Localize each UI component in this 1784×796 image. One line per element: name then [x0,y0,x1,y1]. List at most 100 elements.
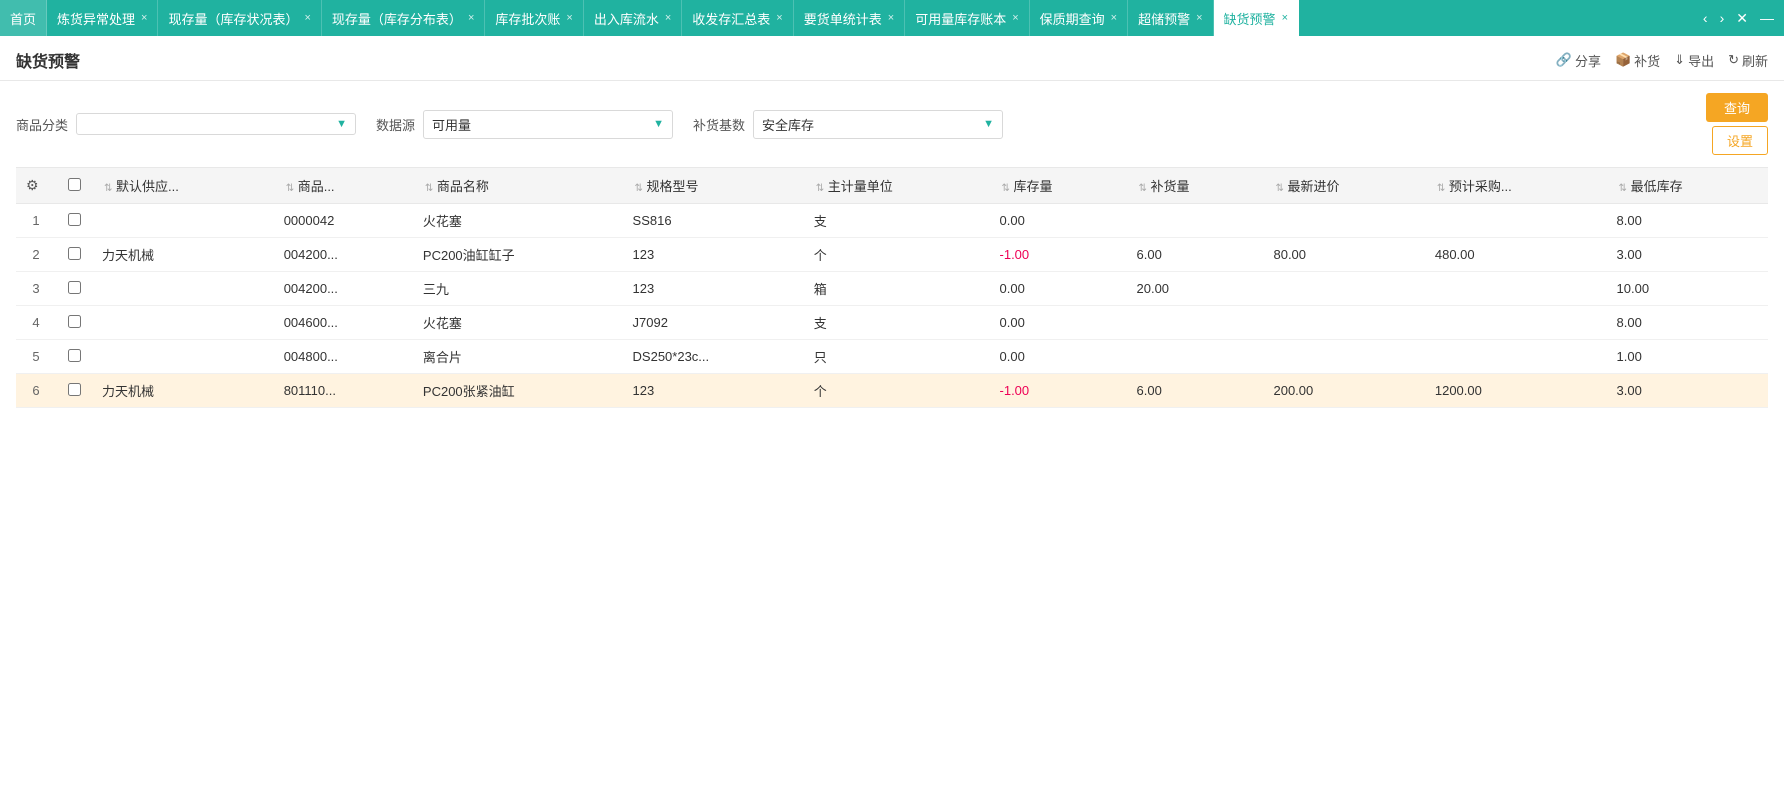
row-goods-code-6: 801110... [274,374,413,408]
page-header: 缺货预警 🔗 分享 📦 补货 ⇓ 导出 ↻ 刷新 [0,36,1784,81]
col-checkbox-header [56,168,92,204]
sort-spec-icon[interactable]: ⇅ [635,183,643,194]
row-min-stock-1: 8.00 [1607,204,1768,238]
tab-stock-status[interactable]: 现存量（库存状况表） × [158,0,321,36]
row-latest-price-2: 80.00 [1263,238,1424,272]
sort-est-purchase-icon[interactable]: ⇅ [1437,183,1445,194]
row-checkbox-3[interactable] [56,272,92,306]
tab-close-button[interactable]: ✕ [1730,0,1754,36]
sort-goods-code-icon[interactable]: ⇅ [286,183,294,194]
row-spec-6: 123 [623,374,804,408]
row-latest-price-3 [1263,272,1424,306]
row-replenish-3: 20.00 [1127,272,1264,306]
close-tab-batch-account[interactable]: × [566,12,572,24]
row-min-stock-3: 10.00 [1607,272,1768,306]
row-latest-price-4 [1263,306,1424,340]
row-spec-5: DS250*23c... [623,340,804,374]
row-checkbox-2[interactable] [56,238,92,272]
query-button[interactable]: 查询 [1706,93,1768,122]
row-min-stock-4: 8.00 [1607,306,1768,340]
refresh-button[interactable]: ↻ 刷新 [1728,51,1768,70]
row-num-6: 6 [16,374,56,408]
row-goods-name-6: PC200张紧油缸 [413,374,623,408]
row-supplier-6: 力天机械 [92,374,274,408]
close-tab-in-out-flow[interactable]: × [665,12,671,24]
row-num-1: 1 [16,204,56,238]
row-goods-code-5: 004800... [274,340,413,374]
row-num-4: 4 [16,306,56,340]
row-min-stock-2: 3.00 [1607,238,1768,272]
share-button[interactable]: 🔗 分享 [1556,51,1601,70]
col-stock-header: ⇅ 库存量 [990,168,1127,204]
col-spec-header: ⇅ 规格型号 [623,168,804,204]
row-stock-4: 0.00 [990,306,1127,340]
replenish-button[interactable]: 📦 补货 [1615,51,1660,70]
row-checkbox-6[interactable] [56,374,92,408]
row-num-5: 5 [16,340,56,374]
tab-exception[interactable]: 炼货异常处理 × [47,0,158,36]
row-spec-3: 123 [623,272,804,306]
export-button[interactable]: ⇓ 导出 [1674,51,1714,70]
tab-minimize-button[interactable]: — [1754,0,1780,36]
sort-replenish-icon[interactable]: ⇅ [1139,183,1147,194]
row-checkbox-4[interactable] [56,306,92,340]
close-tab-order-stats[interactable]: × [888,12,894,24]
col-unit-header: ⇅ 主计量单位 [804,168,990,204]
row-checkbox-1[interactable] [56,204,92,238]
row-est-purchase-4 [1425,306,1607,340]
category-label: 商品分类 [16,115,68,134]
tab-overstock[interactable]: 超储预警 × [1128,0,1213,36]
tab-next-button[interactable]: › [1714,0,1731,36]
settings-button[interactable]: 设置 [1712,126,1768,155]
tab-bar: 首页 炼货异常处理 × 现存量（库存状况表） × 现存量（库存分布表） × 库存… [0,0,1784,36]
row-spec-2: 123 [623,238,804,272]
tab-in-out-flow[interactable]: 出入库流水 × [584,0,682,36]
replenish-base-filter-group: 补货基数 安全库存 ▼ [693,110,1003,139]
tab-expiry-query[interactable]: 保质期查询 × [1030,0,1128,36]
close-tab-expiry-query[interactable]: × [1111,12,1117,24]
table-row: 5 004800... 离合片 DS250*23c... 只 0.00 1.00 [16,340,1768,374]
sort-goods-name-icon[interactable]: ⇅ [425,183,433,194]
row-supplier-2: 力天机械 [92,238,274,272]
row-num-3: 3 [16,272,56,306]
tab-order-stats[interactable]: 要货单统计表 × [794,0,905,36]
close-tab-stock-dist[interactable]: × [468,12,474,24]
col-goods-name-header: ⇅ 商品名称 [413,168,623,204]
close-tab-overstock[interactable]: × [1196,12,1202,24]
sort-latest-price-icon[interactable]: ⇅ [1275,183,1283,194]
row-est-purchase-2: 480.00 [1425,238,1607,272]
close-tab-available-ledger[interactable]: × [1012,12,1018,24]
row-min-stock-5: 1.00 [1607,340,1768,374]
sort-min-stock-icon[interactable]: ⇅ [1619,183,1627,194]
row-unit-1: 支 [804,204,990,238]
close-tab-receive-summary[interactable]: × [776,12,782,24]
row-replenish-2: 6.00 [1127,238,1264,272]
page-title: 缺货预警 [16,48,80,72]
tab-receive-summary[interactable]: 收发存汇总表 × [682,0,793,36]
tab-home[interactable]: 首页 [0,0,47,36]
tab-batch-account[interactable]: 库存批次账 × [485,0,583,36]
row-checkbox-5[interactable] [56,340,92,374]
tab-available-ledger[interactable]: 可用量库存账本 × [905,0,1029,36]
tab-stock-dist[interactable]: 现存量（库存分布表） × [322,0,485,36]
row-goods-code-4: 004600... [274,306,413,340]
tab-prev-button[interactable]: ‹ [1697,0,1714,36]
column-settings-icon[interactable]: ⚙ [26,177,39,193]
row-est-purchase-3 [1425,272,1607,306]
row-latest-price-5 [1263,340,1424,374]
select-all-checkbox[interactable] [68,178,81,191]
close-tab-stock-status[interactable]: × [304,12,310,24]
datasource-select[interactable]: 可用量 ▼ [423,110,673,139]
sort-supplier-icon[interactable]: ⇅ [104,183,112,194]
tab-shortage[interactable]: 缺货预警 × [1214,0,1299,36]
category-select[interactable]: ▼ [76,113,356,135]
close-tab-exception[interactable]: × [141,12,147,24]
category-select-arrow-icon: ▼ [336,118,347,130]
table-container: ⚙ ⇅ 默认供应... ⇅ 商品... ⇅ 商品名称 [0,167,1784,408]
replenish-base-select[interactable]: 安全库存 ▼ [753,110,1003,139]
sort-stock-icon[interactable]: ⇅ [1002,183,1010,194]
close-tab-shortage[interactable]: × [1282,12,1288,24]
sort-unit-icon[interactable]: ⇅ [816,183,824,194]
datasource-select-value: 可用量 [432,115,471,134]
col-settings-header: ⚙ [16,168,56,204]
